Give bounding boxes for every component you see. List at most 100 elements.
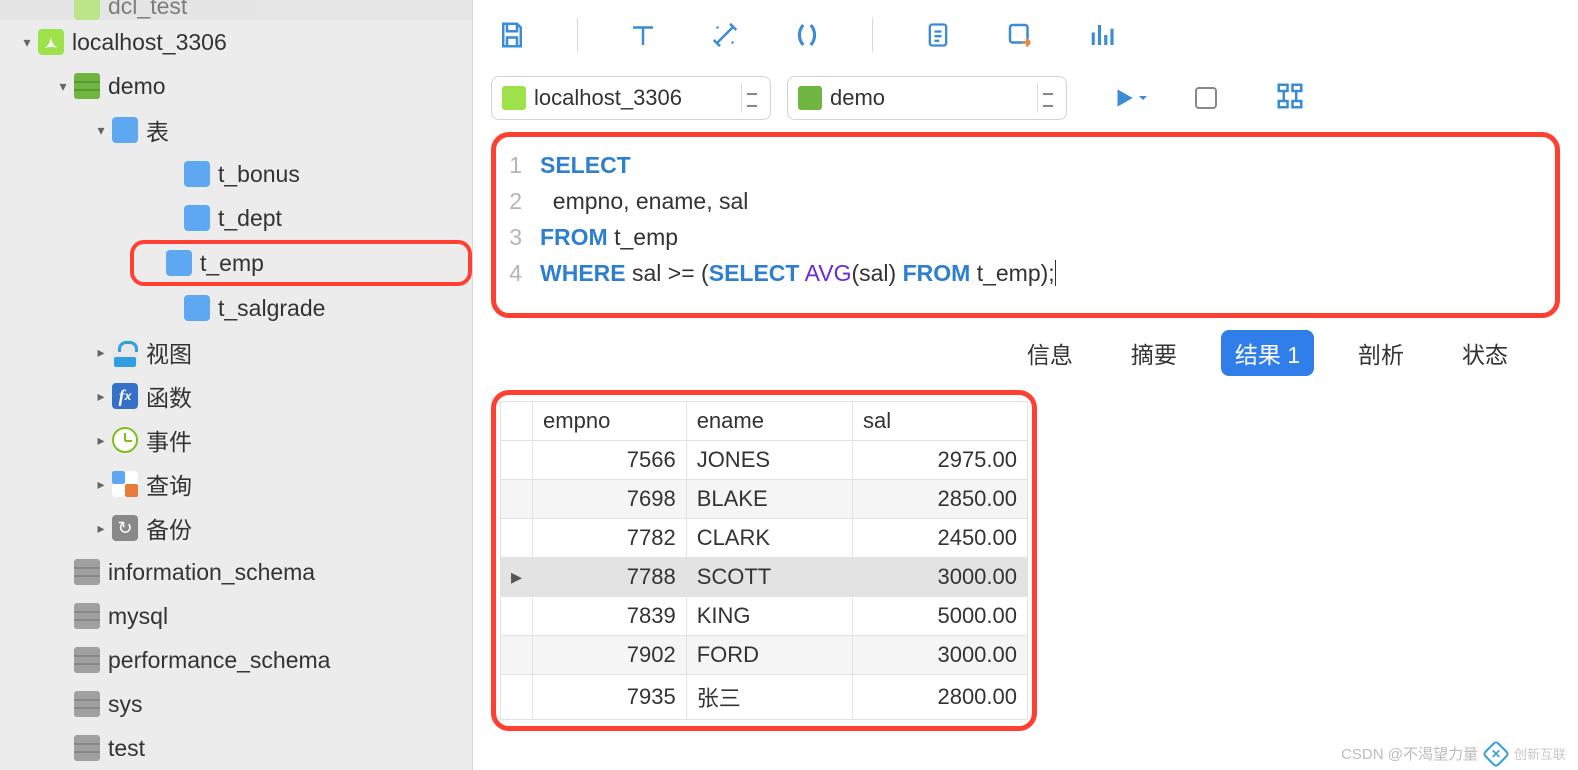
code-content[interactable]: FROM t_emp	[540, 219, 678, 255]
result-tab-4[interactable]: 状态	[1448, 330, 1522, 376]
database-icon	[74, 559, 100, 585]
row-marker	[501, 675, 533, 720]
format-icon[interactable]	[626, 18, 660, 52]
cell-empno[interactable]: 7782	[533, 519, 687, 558]
export-icon[interactable]	[1003, 18, 1037, 52]
results-table[interactable]: empnoenamesal 7566JONES2975.007698BLAKE2…	[500, 401, 1028, 720]
database-selector[interactable]: demo	[787, 76, 1067, 120]
chart-icon[interactable]	[1085, 18, 1119, 52]
cell-ename[interactable]: 张三	[686, 675, 852, 720]
folder-label: 备份	[146, 511, 472, 545]
cell-sal[interactable]: 2975.00	[853, 441, 1028, 480]
line-number: 4	[498, 255, 540, 291]
database-navigator-sidebar[interactable]: ▸ dcl_test ▾ localhost_3306 ▾ demo ▾ 表 ▸…	[0, 0, 472, 770]
chevron-right-icon[interactable]: ▸	[90, 388, 112, 405]
sql-editor[interactable]: 1SELECT2 empno, ename, sal3FROM t_emp4WH…	[498, 147, 1545, 291]
cell-sal[interactable]: 3000.00	[853, 636, 1028, 675]
code-snippet-icon[interactable]	[921, 18, 955, 52]
table-row[interactable]: 7839KING5000.00	[501, 597, 1028, 636]
connection-selector[interactable]: localhost_3306	[491, 76, 771, 120]
column-header-sal[interactable]: sal	[853, 402, 1028, 441]
result-tab-0[interactable]: 信息	[1013, 330, 1087, 376]
tables-folder-label: 表	[146, 113, 472, 147]
row-marker	[501, 597, 533, 636]
code-line[interactable]: 2 empno, ename, sal	[498, 183, 1545, 219]
cell-empno[interactable]: 7839	[533, 597, 687, 636]
chevron-right-icon[interactable]: ▸	[90, 432, 112, 449]
tree-folder-query[interactable]: ▸ 查询	[0, 462, 472, 506]
cell-ename[interactable]: BLAKE	[686, 480, 852, 519]
cell-sal[interactable]: 5000.00	[853, 597, 1028, 636]
cell-sal[interactable]: 3000.00	[853, 558, 1028, 597]
cell-sal[interactable]: 2450.00	[853, 519, 1028, 558]
code-content[interactable]: SELECT	[540, 147, 631, 183]
tree-item-truncated[interactable]: ▸ dcl_test	[0, 0, 472, 20]
cell-empno[interactable]: 7698	[533, 480, 687, 519]
table-row[interactable]: 7566JONES2975.00	[501, 441, 1028, 480]
table-folder-icon	[112, 117, 138, 143]
tree-folder-view[interactable]: ▸ 视图	[0, 330, 472, 374]
tree-folder-event[interactable]: ▸事件	[0, 418, 472, 462]
table-row[interactable]: 7782CLARK2450.00	[501, 519, 1028, 558]
table-row[interactable]: 7698BLAKE2850.00	[501, 480, 1028, 519]
cell-empno[interactable]: 7566	[533, 441, 687, 480]
tree-item-table-t_bonus[interactable]: ▸t_bonus	[0, 152, 472, 196]
table-label: t_dept	[218, 205, 472, 232]
table-row[interactable]: ▸7788SCOTT3000.00	[501, 558, 1028, 597]
chevron-down-icon[interactable]: ▾	[90, 122, 112, 139]
folder-label: 查询	[146, 467, 472, 501]
save-icon[interactable]	[495, 18, 529, 52]
chevron-right-icon[interactable]: ▸	[90, 476, 112, 493]
tree-folder-tables[interactable]: ▾ 表	[0, 108, 472, 152]
folder-label: 视图	[146, 335, 472, 369]
tree-folder-function[interactable]: ▸fx函数	[0, 374, 472, 418]
cell-sal[interactable]: 2800.00	[853, 675, 1028, 720]
code-content[interactable]: empno, ename, sal	[540, 183, 748, 219]
connection-icon	[38, 29, 64, 55]
cell-sal[interactable]: 2850.00	[853, 480, 1028, 519]
code-line[interactable]: 1SELECT	[498, 147, 1545, 183]
paren-icon[interactable]	[790, 18, 824, 52]
tree-item-connection[interactable]: ▾ localhost_3306	[0, 20, 472, 64]
table-row[interactable]: 7902FORD3000.00	[501, 636, 1028, 675]
explain-button[interactable]	[1275, 81, 1305, 116]
backup-icon: ↻	[112, 515, 138, 541]
code-line[interactable]: 3FROM t_emp	[498, 219, 1545, 255]
cell-ename[interactable]: JONES	[686, 441, 852, 480]
cell-empno[interactable]: 7935	[533, 675, 687, 720]
cell-ename[interactable]: FORD	[686, 636, 852, 675]
tree-item-database-mysql[interactable]: ▸mysql	[0, 594, 472, 638]
tree-item-database[interactable]: ▾ demo	[0, 64, 472, 108]
cell-empno[interactable]: 7788	[533, 558, 687, 597]
tree-item-database-test[interactable]: ▸test	[0, 726, 472, 770]
cell-ename[interactable]: SCOTT	[686, 558, 852, 597]
result-tab-1[interactable]: 摘要	[1117, 330, 1191, 376]
column-header-ename[interactable]: ename	[686, 402, 852, 441]
tree-item-database-sys[interactable]: ▸sys	[0, 682, 472, 726]
stop-checkbox[interactable]	[1195, 87, 1217, 109]
chevron-down-icon[interactable]: ▾	[16, 34, 38, 51]
tree-item-table-t_emp[interactable]: ▸t_emp	[130, 240, 472, 286]
tree-label: dcl_test	[108, 0, 472, 20]
tree-item-table-t_dept[interactable]: ▸t_dept	[0, 196, 472, 240]
table-row[interactable]: 7935张三2800.00	[501, 675, 1028, 720]
cell-empno[interactable]: 7902	[533, 636, 687, 675]
connection-selector-label: localhost_3306	[534, 85, 682, 111]
column-header-empno[interactable]: empno	[533, 402, 687, 441]
code-line[interactable]: 4WHERE sal >= (SELECT AVG(sal) FROM t_em…	[498, 255, 1545, 291]
chevron-down-icon[interactable]: ▾	[52, 78, 74, 95]
tree-folder-backup[interactable]: ▸↻ 备份	[0, 506, 472, 550]
tree-item-table-t_salgrade[interactable]: ▸t_salgrade	[0, 286, 472, 330]
cell-ename[interactable]: KING	[686, 597, 852, 636]
result-tab-3[interactable]: 剖析	[1344, 330, 1418, 376]
tree-item-database-information_schema[interactable]: ▸information_schema	[0, 550, 472, 594]
chevron-right-icon[interactable]: ▸	[90, 344, 112, 361]
code-content[interactable]: WHERE sal >= (SELECT AVG(sal) FROM t_emp…	[540, 255, 1056, 291]
chevron-right-icon[interactable]: ▸	[90, 520, 112, 537]
cell-ename[interactable]: CLARK	[686, 519, 852, 558]
tree-item-database-performance_schema[interactable]: ▸performance_schema	[0, 638, 472, 682]
result-tab-2[interactable]: 结果 1	[1221, 330, 1314, 376]
watermark-logo-icon: ✕	[1482, 739, 1510, 767]
run-button[interactable]	[1111, 82, 1151, 114]
beautify-icon[interactable]	[708, 18, 742, 52]
